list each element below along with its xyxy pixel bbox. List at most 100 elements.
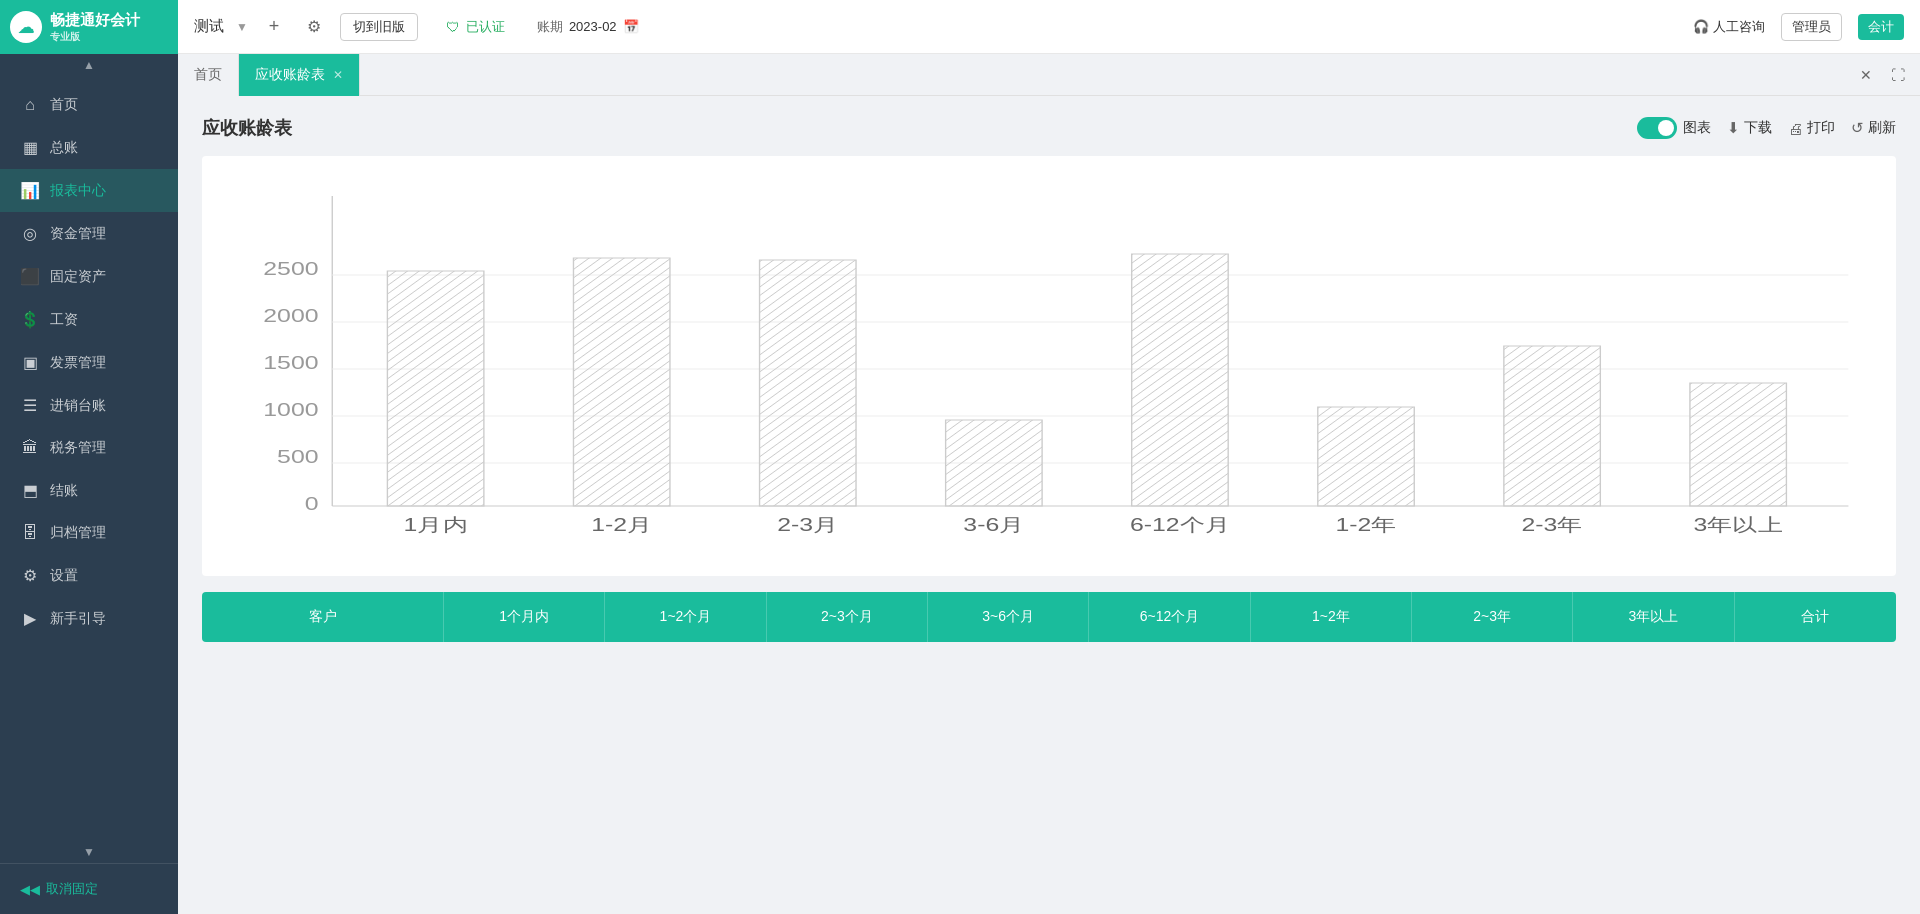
funds-icon: ◎ — [20, 224, 40, 243]
wages-icon: 💲 — [20, 310, 40, 329]
sidebar-scroll-down[interactable]: ▼ — [0, 841, 178, 863]
svg-text:1-2年: 1-2年 — [1336, 514, 1397, 535]
period-value: 2023-02 — [569, 19, 617, 34]
svg-text:0: 0 — [305, 493, 319, 514]
svg-rect-20 — [946, 420, 1042, 506]
invoices-icon: ▣ — [20, 353, 40, 372]
topbar-add-button[interactable]: + — [260, 13, 288, 41]
table-col-1-2month: 1~2个月 — [605, 592, 766, 642]
table-container: 客户 1个月内 1~2个月 2~3个月 3~6个月 6~12个月 1~2年 2~… — [202, 592, 1896, 642]
chart-wrapper: 0 500 1000 1500 2000 2500 1月内 — [222, 176, 1876, 556]
sidebar-item-reports[interactable]: 📊 报表中心 — [0, 169, 178, 212]
table-col-total: 合计 — [1735, 592, 1896, 642]
reports-icon: 📊 — [20, 181, 40, 200]
expand-window-button[interactable]: ⛶ — [1884, 61, 1912, 89]
tab-home[interactable]: 首页 — [178, 54, 239, 96]
sidebar-item-tax[interactable]: 🏛 税务管理 — [0, 427, 178, 469]
svg-rect-24 — [1318, 407, 1414, 506]
topbar-dropdown-icon[interactable]: ▼ — [236, 20, 248, 34]
table-col-6-12month: 6~12个月 — [1089, 592, 1250, 642]
tab-bar: 首页 应收账龄表 ✕ ✕ ⛶ — [178, 54, 1920, 96]
svg-text:1500: 1500 — [263, 352, 318, 373]
table-col-1month: 1个月内 — [444, 592, 605, 642]
chart-container: 0 500 1000 1500 2000 2500 1月内 — [202, 156, 1896, 576]
topbar-project-title: 测试 — [194, 17, 224, 36]
toggle-chart-container: 图表 — [1637, 117, 1711, 139]
svg-rect-16 — [573, 258, 669, 506]
sidebar-scroll-up[interactable]: ▲ — [0, 54, 178, 76]
page-actions: 图表 ⬇ 下载 🖨 打印 ↺ 刷新 — [1637, 117, 1896, 139]
svg-text:1-2月: 1-2月 — [591, 514, 652, 535]
close-window-button[interactable]: ✕ — [1852, 61, 1880, 89]
guide-icon: ▶ — [20, 609, 40, 628]
switch-old-version-button[interactable]: 切到旧版 — [340, 13, 418, 41]
svg-text:3-6月: 3-6月 — [963, 514, 1024, 535]
content-area: 应收账龄表 图表 ⬇ 下载 🖨 打印 ↺ 刷新 — [178, 96, 1920, 914]
logo-icon: ☁ — [10, 11, 42, 43]
topbar: 测试 ▼ + ⚙ 切到旧版 🛡 已认证 账期 2023-02 📅 🎧 人工咨询 … — [178, 0, 1920, 54]
closing-icon: ⬒ — [20, 481, 40, 500]
svg-text:2500: 2500 — [263, 258, 318, 279]
period-label: 账期 — [537, 18, 563, 36]
chart-toggle-label: 图表 — [1683, 119, 1711, 137]
refresh-button[interactable]: ↺ 刷新 — [1851, 119, 1896, 137]
table-col-2-3month: 2~3个月 — [767, 592, 928, 642]
tax-icon: 🏛 — [20, 439, 40, 457]
svg-text:6-12个月: 6-12个月 — [1130, 514, 1230, 535]
refresh-icon: ↺ — [1851, 119, 1864, 137]
calendar-icon[interactable]: 📅 — [623, 19, 639, 34]
svg-text:1月内: 1月内 — [404, 514, 468, 535]
svg-text:3年以上: 3年以上 — [1693, 514, 1782, 535]
topbar-settings-button[interactable]: ⚙ — [300, 13, 328, 41]
sidebar-nav: ⌂ 首页 ▦ 总账 📊 报表中心 ◎ 资金管理 ⬛ 固定资产 💲 工资 ▣ 发票… — [0, 76, 178, 841]
svg-rect-18 — [760, 260, 856, 506]
assets-icon: ⬛ — [20, 267, 40, 286]
settings-icon: ⚙ — [20, 566, 40, 585]
bar-chart: 0 500 1000 1500 2000 2500 1月内 — [222, 176, 1876, 556]
svg-rect-26 — [1504, 346, 1600, 506]
page-title: 应收账龄表 — [202, 116, 292, 140]
table-header: 客户 1个月内 1~2个月 2~3个月 3~6个月 6~12个月 1~2年 2~… — [202, 592, 1896, 642]
tab-aging[interactable]: 应收账龄表 ✕ — [239, 54, 360, 96]
sidebar-item-assets[interactable]: ⬛ 固定资产 — [0, 255, 178, 298]
purchase-icon: ☰ — [20, 396, 40, 415]
tab-close-icon[interactable]: ✕ — [333, 68, 343, 82]
page-header: 应收账龄表 图表 ⬇ 下载 🖨 打印 ↺ 刷新 — [202, 116, 1896, 140]
sidebar-item-settings[interactable]: ⚙ 设置 — [0, 554, 178, 597]
user-button[interactable]: 管理员 — [1781, 13, 1842, 41]
svg-rect-28 — [1690, 383, 1786, 506]
home-icon: ⌂ — [20, 96, 40, 114]
svg-text:2-3月: 2-3月 — [777, 514, 838, 535]
print-button[interactable]: 🖨 打印 — [1788, 119, 1835, 137]
sidebar-logo-text: 畅捷通好会计 专业版 — [50, 11, 140, 44]
sidebar-item-closing[interactable]: ⬒ 结账 — [0, 469, 178, 512]
sidebar-item-home[interactable]: ⌂ 首页 — [0, 84, 178, 126]
consultant-button[interactable]: 🎧 人工咨询 — [1693, 18, 1765, 36]
table-col-1-2year: 1~2年 — [1251, 592, 1412, 642]
sidebar-item-ledger[interactable]: ▦ 总账 — [0, 126, 178, 169]
svg-text:2-3年: 2-3年 — [1522, 514, 1583, 535]
svg-text:1000: 1000 — [263, 399, 318, 420]
svg-text:500: 500 — [277, 446, 318, 467]
table-col-3plus-year: 3年以上 — [1573, 592, 1734, 642]
table-col-customer: 客户 — [202, 592, 444, 642]
sidebar-item-archive[interactable]: 🗄 归档管理 — [0, 512, 178, 554]
sidebar-item-funds[interactable]: ◎ 资金管理 — [0, 212, 178, 255]
certified-label: 已认证 — [466, 18, 505, 36]
download-icon: ⬇ — [1727, 119, 1740, 137]
download-button[interactable]: ⬇ 下载 — [1727, 119, 1772, 137]
role-button[interactable]: 会计 — [1858, 14, 1904, 40]
chart-toggle-switch[interactable] — [1637, 117, 1677, 139]
archive-icon: 🗄 — [20, 524, 40, 542]
sidebar-bottom: ◀◀ 取消固定 — [0, 863, 178, 914]
cancel-fixed-button[interactable]: ◀◀ 取消固定 — [10, 874, 168, 904]
sidebar-item-guide[interactable]: ▶ 新手引导 — [0, 597, 178, 640]
sidebar-item-purchase[interactable]: ☰ 进销台账 — [0, 384, 178, 427]
table-col-2-3year: 2~3年 — [1412, 592, 1573, 642]
topbar-right: 🎧 人工咨询 管理员 会计 — [1693, 13, 1904, 41]
left-arrow-icon: ◀◀ — [20, 882, 40, 897]
window-controls: ✕ ⛶ — [1844, 54, 1920, 96]
sidebar-item-wages[interactable]: 💲 工资 — [0, 298, 178, 341]
sidebar-item-invoices[interactable]: ▣ 发票管理 — [0, 341, 178, 384]
print-icon: 🖨 — [1788, 120, 1803, 137]
